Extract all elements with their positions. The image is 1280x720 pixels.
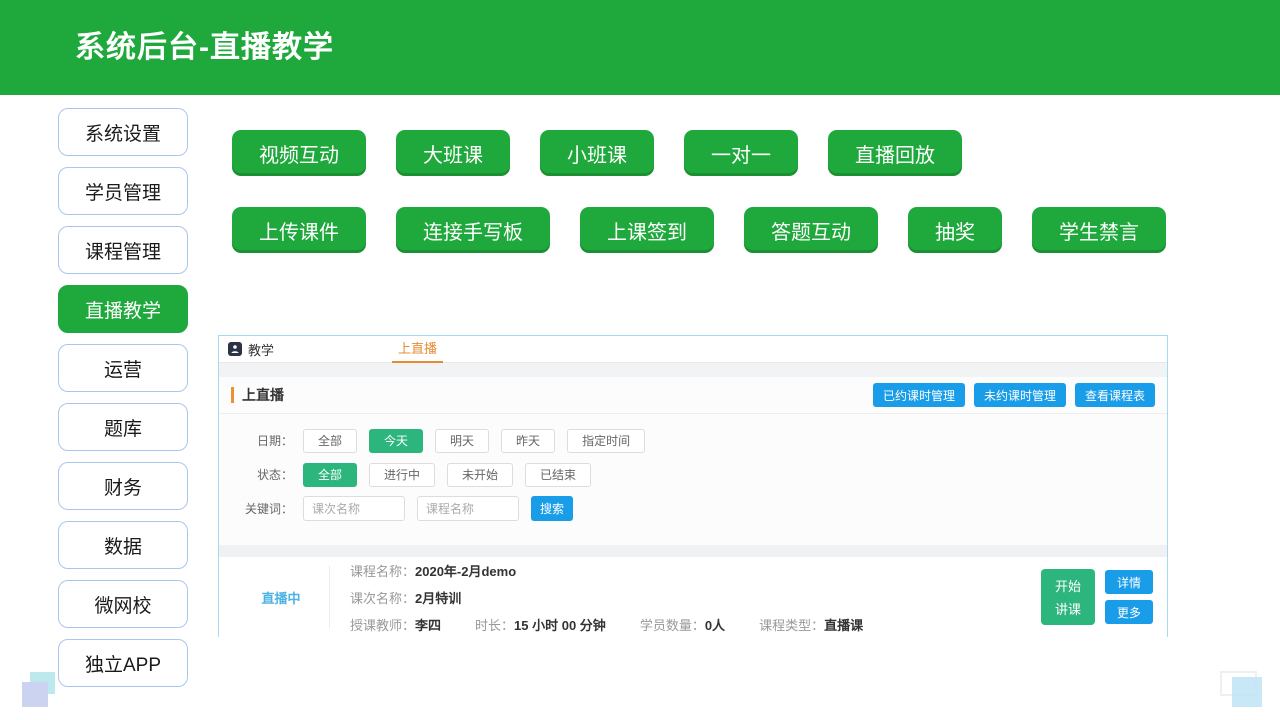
tab-go-live[interactable]: 上直播 xyxy=(392,336,443,363)
status-option-not-started[interactable]: 未开始 xyxy=(447,463,513,487)
sidebar-item-operations[interactable]: 运营 xyxy=(58,344,188,392)
live-status-badge: 直播中 xyxy=(233,588,329,607)
status-option-all[interactable]: 全部 xyxy=(303,463,357,487)
course-name-input[interactable] xyxy=(417,496,519,521)
sidebar-item-data[interactable]: 数据 xyxy=(58,521,188,569)
sidebar: 系统设置 学员管理 课程管理 直播教学 运营 题库 财务 数据 微网校 独立AP… xyxy=(58,108,188,698)
duration-pair: 时长：15 小时 00 分钟 xyxy=(475,615,606,634)
session-name-line: 课次名称：2月特训 xyxy=(350,588,863,607)
sidebar-item-system-settings[interactable]: 系统设置 xyxy=(58,108,188,156)
sidebar-item-student-management[interactable]: 学员管理 xyxy=(58,167,188,215)
panel-app-label: 教学 xyxy=(248,340,274,359)
feature-video-interaction[interactable]: 视频互动 xyxy=(232,130,366,176)
detail-button[interactable]: 详情 xyxy=(1105,570,1153,594)
status-option-ongoing[interactable]: 进行中 xyxy=(369,463,435,487)
course-name-line: 课程名称：2020年-2月demo xyxy=(350,561,863,580)
secondary-actions: 详情 更多 xyxy=(1105,570,1153,624)
status-filter-label: 状态： xyxy=(235,466,293,483)
date-option-today[interactable]: 今天 xyxy=(369,429,423,453)
page: 系统后台-直播教学 系统设置 学员管理 课程管理 直播教学 运营 题库 财务 数… xyxy=(0,0,1280,720)
sidebar-item-finance[interactable]: 财务 xyxy=(58,462,188,510)
unbooked-lessons-button[interactable]: 未约课时管理 xyxy=(974,383,1066,407)
course-name-label: 课程名称： xyxy=(350,564,415,579)
course-type-pair: 课程类型：直播课 xyxy=(759,615,863,634)
course-list-row: 直播中 课程名称：2020年-2月demo 课次名称：2月特训 授课教师：李四 … xyxy=(219,557,1167,637)
search-button[interactable]: 搜索 xyxy=(531,496,573,521)
sidebar-item-question-bank[interactable]: 题库 xyxy=(58,403,188,451)
feature-large-class[interactable]: 大班课 xyxy=(396,130,510,176)
filter-area: 日期： 全部 今天 明天 昨天 指定时间 状态： 全部 进行中 未开始 已结束 … xyxy=(219,414,1167,545)
filter-row-keyword: 关键词： 搜索 xyxy=(235,496,1167,521)
course-name-value: 2020年-2月demo xyxy=(415,564,516,579)
live-admin-panel: 教学 上直播 上直播 已约课时管理 未约课时管理 查看课程表 日期： 全部 今天… xyxy=(218,335,1168,637)
filter-row-status: 状态： 全部 进行中 未开始 已结束 xyxy=(235,462,1167,487)
feature-upload-courseware[interactable]: 上传课件 xyxy=(232,207,366,253)
sidebar-item-standalone-app[interactable]: 独立APP xyxy=(58,639,188,687)
feature-small-class[interactable]: 小班课 xyxy=(540,130,654,176)
feature-connect-tablet[interactable]: 连接手写板 xyxy=(396,207,550,253)
feature-row-1: 视频互动 大班课 小班课 一对一 直播回放 xyxy=(232,130,962,176)
feature-quiz-interaction[interactable]: 答题互动 xyxy=(744,207,878,253)
session-name-input[interactable] xyxy=(303,496,405,521)
keyword-filter-label: 关键词： xyxy=(235,500,293,517)
decor-square-lavender-left xyxy=(22,682,48,707)
section-actions: 已约课时管理 未约课时管理 查看课程表 xyxy=(873,383,1155,407)
page-title: 系统后台-直播教学 xyxy=(75,0,334,95)
feature-row-2: 上传课件 连接手写板 上课签到 答题互动 抽奖 学生禁言 xyxy=(232,207,1166,253)
sidebar-item-micro-school[interactable]: 微网校 xyxy=(58,580,188,628)
status-option-finished[interactable]: 已结束 xyxy=(525,463,591,487)
section-title: 上直播 xyxy=(242,385,284,405)
course-meta-line: 授课教师：李四 时长：15 小时 00 分钟 学员数量：0人 课程类型：直播课 xyxy=(350,615,863,634)
teaching-app-icon xyxy=(228,342,242,356)
session-name-value: 2月特训 xyxy=(415,591,461,606)
date-option-tomorrow[interactable]: 明天 xyxy=(435,429,489,453)
feature-live-replay[interactable]: 直播回放 xyxy=(828,130,962,176)
panel-tabbar: 教学 上直播 xyxy=(219,336,1167,363)
student-count-pair: 学员数量：0人 xyxy=(640,615,725,634)
booked-lessons-button[interactable]: 已约课时管理 xyxy=(873,383,965,407)
feature-one-on-one[interactable]: 一对一 xyxy=(684,130,798,176)
feature-lottery[interactable]: 抽奖 xyxy=(908,207,1002,253)
section-header: 上直播 已约课时管理 未约课时管理 查看课程表 xyxy=(219,377,1167,414)
sidebar-item-live-teaching[interactable]: 直播教学 xyxy=(58,285,188,333)
date-option-all[interactable]: 全部 xyxy=(303,429,357,453)
vertical-divider xyxy=(329,566,330,628)
decor-square-cyan-right xyxy=(1232,677,1262,707)
feature-class-signin[interactable]: 上课签到 xyxy=(580,207,714,253)
feature-mute-students[interactable]: 学生禁言 xyxy=(1032,207,1166,253)
section-accent-bar xyxy=(231,387,234,403)
course-info: 课程名称：2020年-2月demo 课次名称：2月特训 授课教师：李四 时长：1… xyxy=(350,561,863,634)
start-teaching-button[interactable]: 开始 讲课 xyxy=(1041,569,1095,625)
filter-row-date: 日期： 全部 今天 明天 昨天 指定时间 xyxy=(235,428,1167,453)
panel-divider-strip xyxy=(219,363,1167,377)
date-option-custom[interactable]: 指定时间 xyxy=(567,429,645,453)
date-filter-label: 日期： xyxy=(235,432,293,449)
date-option-yesterday[interactable]: 昨天 xyxy=(501,429,555,453)
page-header: 系统后台-直播教学 xyxy=(0,0,1280,95)
panel-divider-strip-2 xyxy=(219,545,1167,557)
course-actions: 开始 讲课 详情 更多 xyxy=(1041,569,1153,625)
view-timetable-button[interactable]: 查看课程表 xyxy=(1075,383,1155,407)
session-name-label: 课次名称： xyxy=(350,591,415,606)
sidebar-item-course-management[interactable]: 课程管理 xyxy=(58,226,188,274)
teacher-pair: 授课教师：李四 xyxy=(350,615,441,634)
more-button[interactable]: 更多 xyxy=(1105,600,1153,624)
